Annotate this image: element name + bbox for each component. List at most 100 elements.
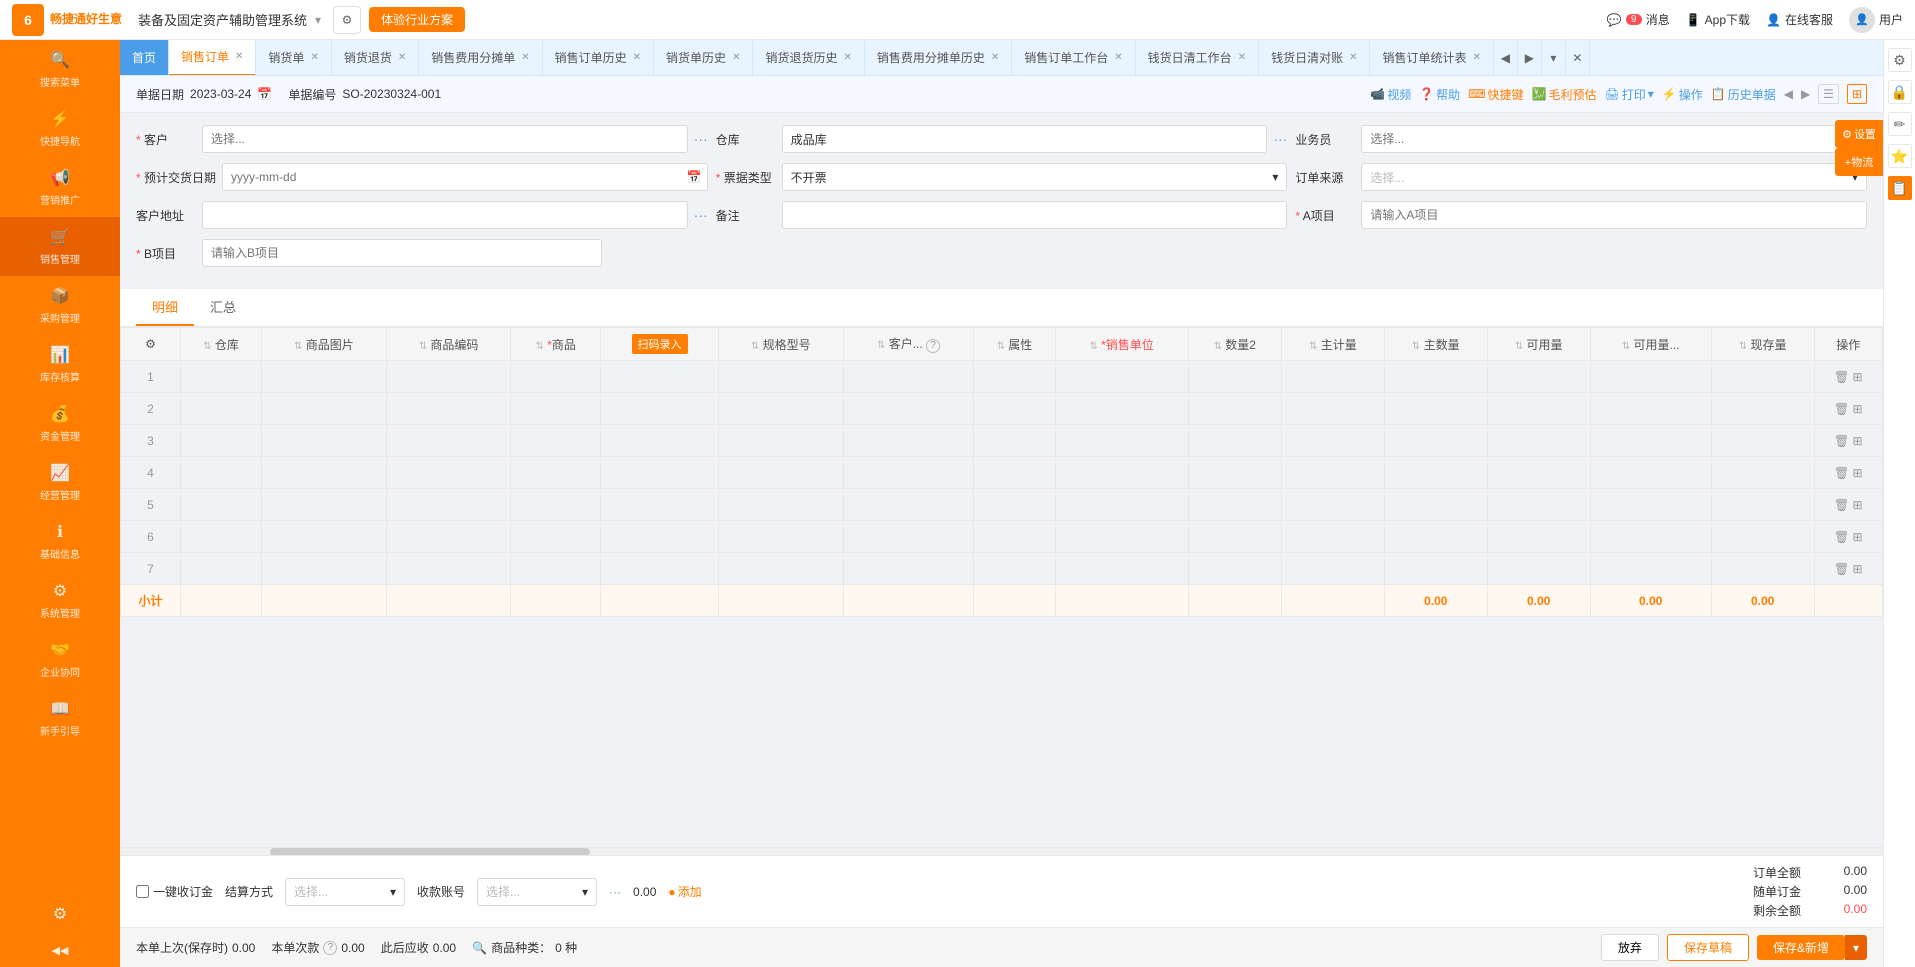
tab-close-all-btn[interactable]: ✕ <box>1566 40 1590 76</box>
row-delete-7[interactable]: 🗑 <box>1834 562 1849 576</box>
solution-button[interactable]: 体验行业方案 <box>369 7 465 32</box>
sidebar-item-0[interactable]: 🔍搜索菜单 <box>0 40 120 99</box>
tab-close-6[interactable]: ✕ <box>732 52 740 63</box>
sidebar-item-8[interactable]: ℹ基础信息 <box>0 512 120 571</box>
add-payment-btn[interactable]: ● 添加 <box>668 883 701 900</box>
tab-9[interactable]: 销售订单工作台✕ <box>1012 40 1135 76</box>
row-delete-3[interactable]: 🗑 <box>1834 434 1849 448</box>
sidebar-item-1[interactable]: ⚡快捷导航 <box>0 99 120 158</box>
view-mode-grid[interactable]: ⊞ <box>1847 84 1867 104</box>
view-mode-list[interactable]: ☰ <box>1818 84 1839 104</box>
online-service-btn[interactable]: 👤 在线客服 <box>1766 11 1833 28</box>
tab-close-10[interactable]: ✕ <box>1238 52 1246 63</box>
right-tool-edit[interactable]: ✏ <box>1888 112 1912 136</box>
tab-12[interactable]: 销售订单统计表✕ <box>1370 40 1493 76</box>
account-select[interactable]: 选择... ▾ <box>477 878 597 906</box>
sidebar-item-6[interactable]: 💰资金管理 <box>0 394 120 453</box>
th-settings[interactable]: ⚙ <box>121 328 181 361</box>
tab-close-11[interactable]: ✕ <box>1349 52 1357 63</box>
one-click-checkbox[interactable] <box>136 885 149 898</box>
print-link[interactable]: 🖨 打印 ▾ <box>1604 86 1653 103</box>
th-available[interactable]: ⇅ 可用量 <box>1487 328 1590 361</box>
save-draft-button[interactable]: 保存草稿 <box>1667 934 1749 961</box>
add-float-btn[interactable]: +物流 <box>1835 148 1883 176</box>
sidebar-item-settings[interactable]: ⚙ <box>0 894 120 934</box>
table-scrollbar[interactable] <box>120 847 1883 855</box>
sidebar-item-11[interactable]: 📖新手引导 <box>0 689 120 748</box>
tab-1[interactable]: 销售订单✕ <box>169 40 256 76</box>
tab-close-8[interactable]: ✕ <box>991 52 999 63</box>
customer-address-dots-btn[interactable]: ··· <box>694 207 708 223</box>
row-copy-7[interactable]: ⊞ <box>1853 562 1863 576</box>
tab-5[interactable]: 销售订单历史✕ <box>543 40 654 76</box>
number-value[interactable]: SO-20230324-001 <box>342 87 441 101</box>
system-title-dropdown[interactable]: ▾ <box>315 13 321 27</box>
tab-close-3[interactable]: ✕ <box>398 52 406 63</box>
help-link[interactable]: ❓ 帮助 <box>1419 86 1460 103</box>
profit-link[interactable]: 💹 毛利预估 <box>1532 86 1597 103</box>
app-download-btn[interactable]: 📱 App下载 <box>1686 11 1750 28</box>
row-copy-6[interactable]: ⊞ <box>1853 530 1863 544</box>
view-link[interactable]: 📹 视频 <box>1370 86 1411 103</box>
sidebar-item-10[interactable]: 🤝企业协同 <box>0 630 120 689</box>
date-value[interactable]: 2023-03-24 <box>190 87 251 101</box>
salesman-input[interactable] <box>1361 125 1847 153</box>
b-project-input[interactable] <box>202 239 602 267</box>
row-delete-2[interactable]: 🗑 <box>1834 402 1849 416</box>
th-code[interactable]: ⇅ 商品编码 <box>386 328 511 361</box>
scan-button[interactable]: 扫码录入 <box>632 334 688 354</box>
tab-10[interactable]: 钱货日清工作台✕ <box>1136 40 1259 76</box>
user-btn[interactable]: 👤 用户 <box>1849 7 1903 33</box>
help-circle-icon[interactable]: ? <box>926 339 940 353</box>
tab-prev-btn[interactable]: ◀ <box>1494 40 1518 76</box>
sidebar-item-2[interactable]: 📢营销推广 <box>0 158 120 217</box>
sidebar-item-9[interactable]: ⚙系统管理 <box>0 571 120 630</box>
sidebar-item-7[interactable]: 📈经营管理 <box>0 453 120 512</box>
th-available2[interactable]: ⇅ 可用量... <box>1590 328 1711 361</box>
row-copy-1[interactable]: ⊞ <box>1853 370 1863 384</box>
tab-4[interactable]: 销售费用分摊单✕ <box>419 40 542 76</box>
row-delete-6[interactable]: 🗑 <box>1834 530 1849 544</box>
tab-0[interactable]: 首页 <box>120 40 169 76</box>
tab-menu-btn[interactable]: ▾ <box>1542 40 1566 76</box>
th-unit[interactable]: ⇅ *销售单位 <box>1055 328 1188 361</box>
row-delete-4[interactable]: 🗑 <box>1834 466 1849 480</box>
customer-dots-btn[interactable]: ··· <box>694 131 708 147</box>
th-product[interactable]: ⇅ *商品 <box>511 328 601 361</box>
save-new-dropdown-btn[interactable]: ▾ <box>1845 935 1867 960</box>
sidebar-item-3[interactable]: 🛒销售管理 <box>0 217 120 276</box>
tab-8[interactable]: 销售费用分摊单历史✕ <box>865 40 1012 76</box>
th-attr[interactable]: ⇅ 属性 <box>974 328 1055 361</box>
payment-method-select[interactable]: 选择... ▾ <box>285 878 405 906</box>
delivery-date-input[interactable] <box>222 163 708 191</box>
tab-6[interactable]: 销货单历史✕ <box>654 40 753 76</box>
sidebar-item-4[interactable]: 📦采购管理 <box>0 276 120 335</box>
sidebar-item-5[interactable]: 📊库存核算 <box>0 335 120 394</box>
calendar-icon[interactable]: 📅 <box>257 87 272 101</box>
tab-summary[interactable]: 汇总 <box>194 289 252 326</box>
order-source-select[interactable]: 选择... ▾ <box>1361 163 1867 191</box>
tab-next-btn[interactable]: ▶ <box>1518 40 1542 76</box>
row-delete-1[interactable]: 🗑 <box>1834 370 1849 384</box>
warehouse-dots-btn[interactable]: ··· <box>1273 131 1287 147</box>
row-copy-2[interactable]: ⊞ <box>1853 402 1863 416</box>
right-tool-lock[interactable]: 🔒 <box>1888 80 1912 104</box>
tab-7[interactable]: 销货退货历史✕ <box>753 40 864 76</box>
row-delete-5[interactable]: 🗑 <box>1834 498 1849 512</box>
dots-btn2[interactable]: ··· <box>609 885 621 899</box>
tab-3[interactable]: 销货退货✕ <box>332 40 419 76</box>
row-copy-3[interactable]: ⊞ <box>1853 434 1863 448</box>
delivery-calendar-icon[interactable]: 📅 <box>687 170 702 184</box>
nav-prev-btn[interactable]: ◀ <box>1784 87 1793 101</box>
settings-float-btn[interactable]: ⚙ 设置 <box>1835 120 1883 148</box>
message-btn[interactable]: 💬 9 消息 <box>1607 11 1670 28</box>
discard-button[interactable]: 放弃 <box>1601 934 1659 961</box>
warehouse-input[interactable] <box>782 125 1268 153</box>
shortcut-link[interactable]: ⌨ 快捷键 <box>1468 86 1523 103</box>
th-scan[interactable]: 扫码录入 <box>601 328 719 361</box>
tab-close-12[interactable]: ✕ <box>1473 52 1481 63</box>
tab-detail[interactable]: 明细 <box>136 289 194 326</box>
operation-link[interactable]: ⚡ 操作 <box>1662 86 1703 103</box>
th-stock[interactable]: ⇅ 现存量 <box>1711 328 1814 361</box>
save-new-button[interactable]: 保存&新增 <box>1757 935 1845 960</box>
